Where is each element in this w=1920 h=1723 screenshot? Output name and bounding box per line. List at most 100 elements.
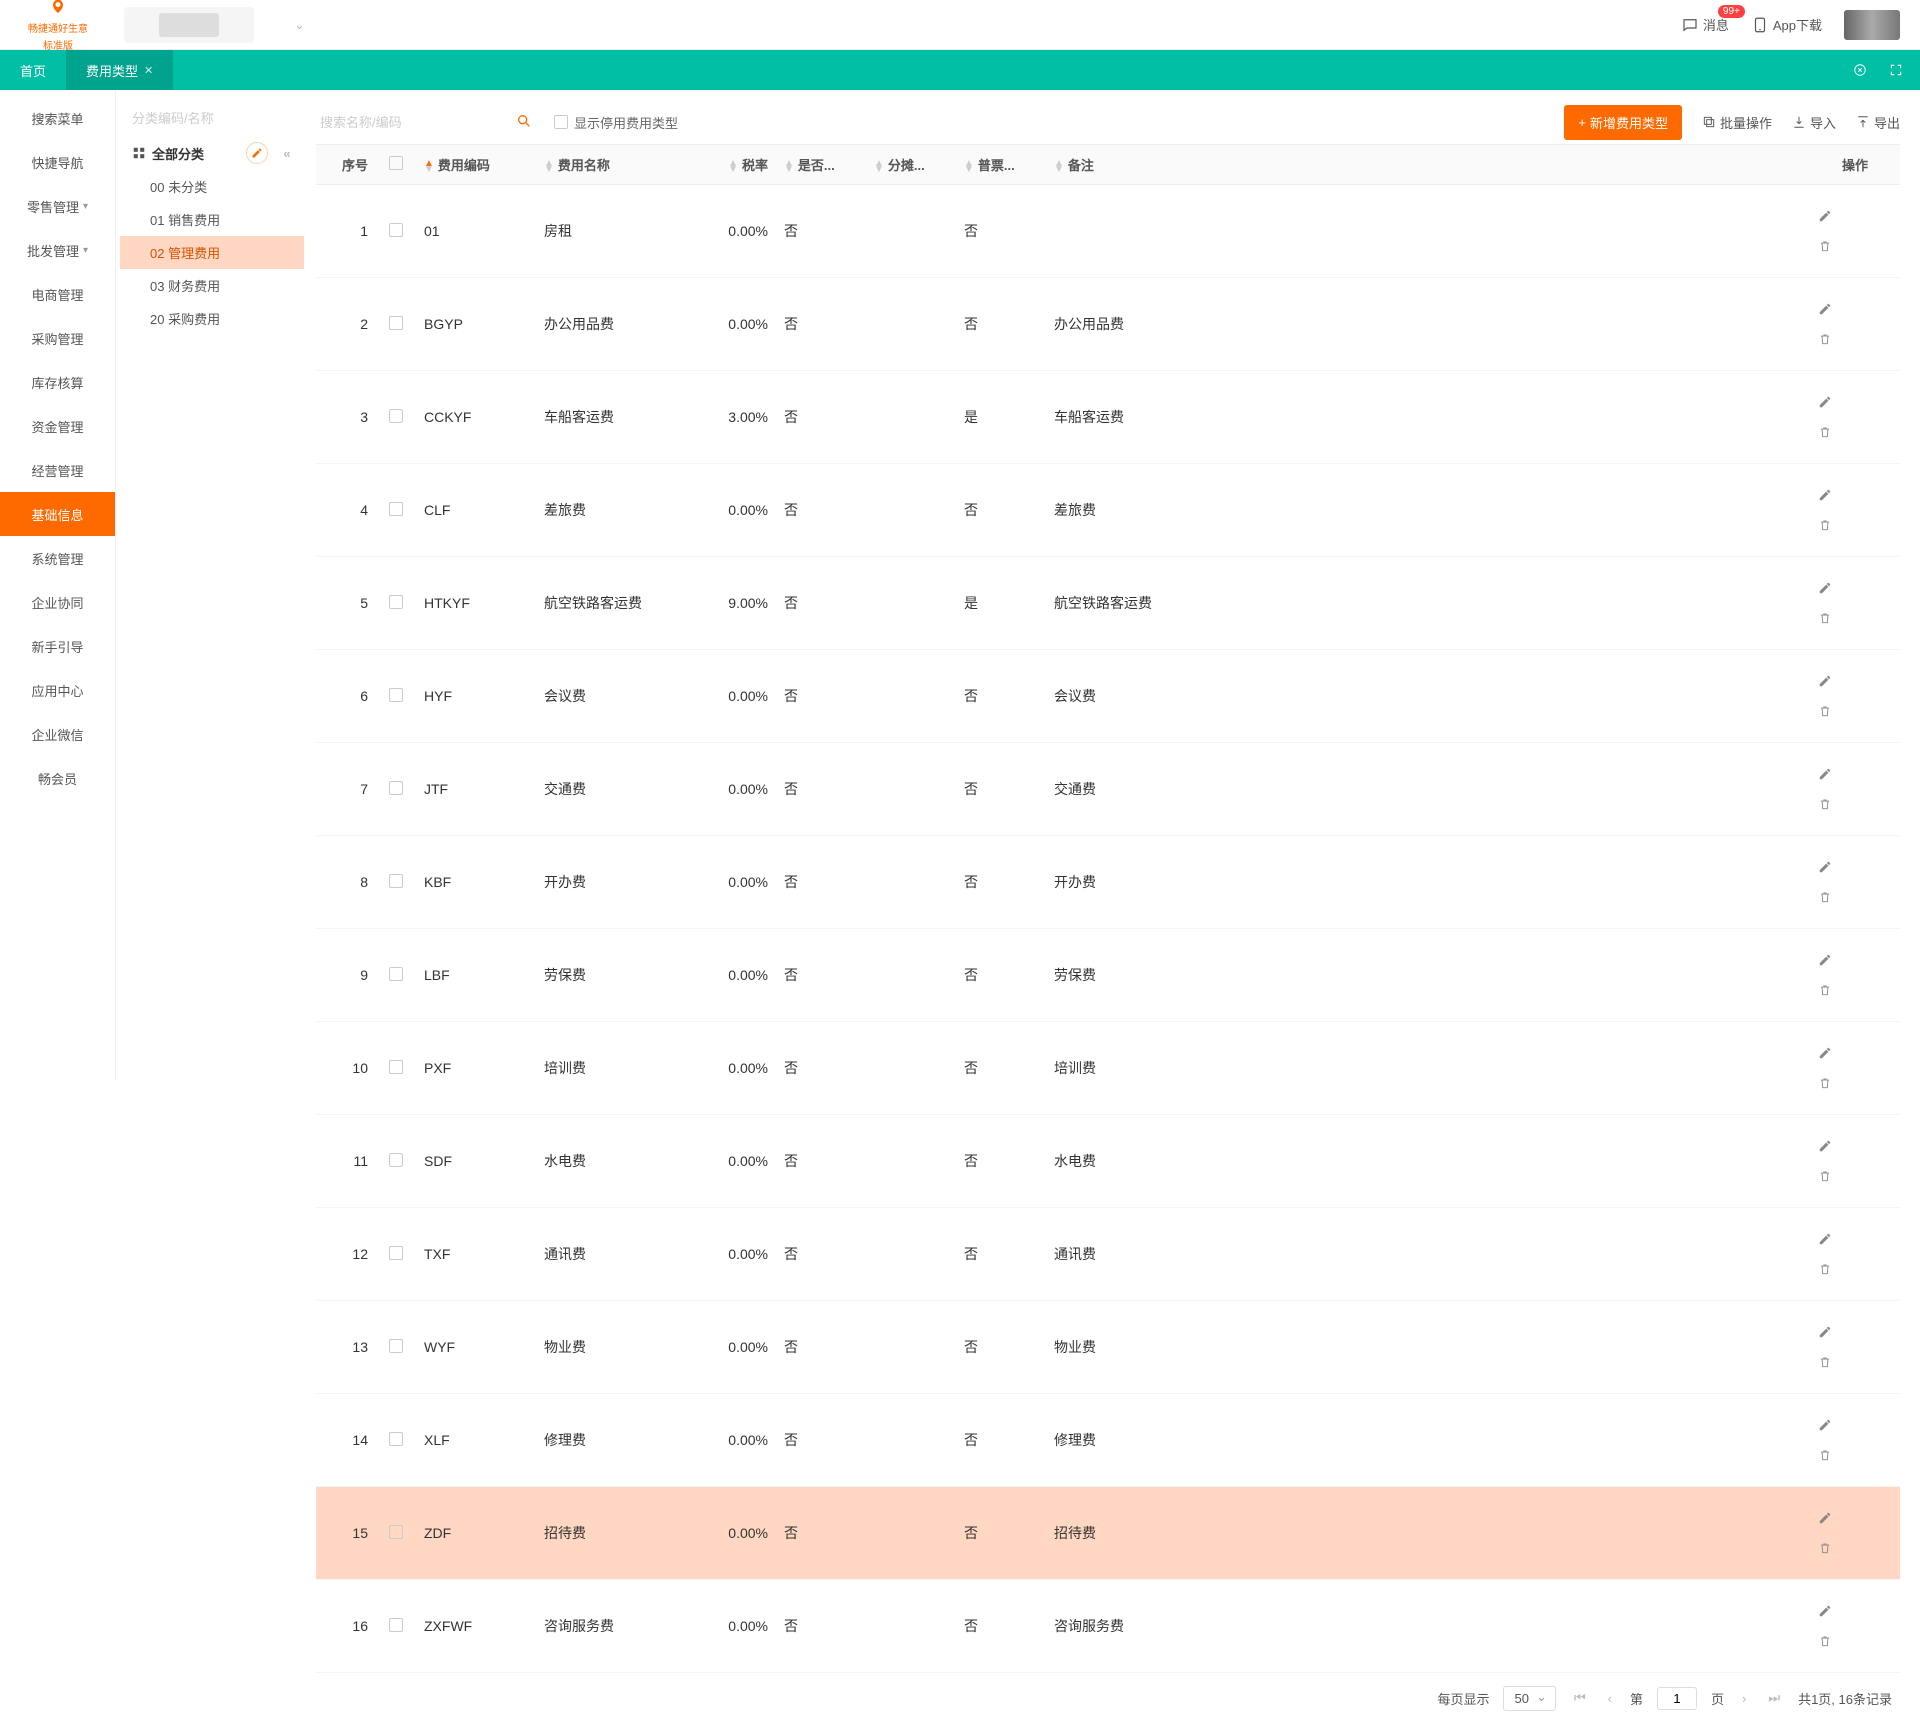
table-row[interactable]: 101房租0.00%否否 [316,185,1900,278]
edit-row-button[interactable] [1818,1139,1892,1153]
table-row[interactable]: 5HTKYF航空铁路客运费9.00%否是航空铁路客运费 [316,557,1900,650]
delete-row-button[interactable] [1818,983,1892,997]
cell-checkbox[interactable] [376,1115,416,1208]
edit-row-button[interactable] [1818,1325,1892,1339]
cell-checkbox[interactable] [376,836,416,929]
show-disabled-checkbox[interactable]: 显示停用费用类型 [554,113,678,132]
nav-item-12[interactable]: 新手引导 [0,624,115,668]
table-row[interactable]: 7JTF交通费0.00%否否交通费 [316,743,1900,836]
nav-item-4[interactable]: 电商管理 [0,272,115,316]
category-all-label[interactable]: 全部分类 [152,144,204,163]
search-icon[interactable] [516,113,532,129]
delete-row-button[interactable] [1818,1541,1892,1555]
nav-item-1[interactable]: 快捷导航 [0,140,115,184]
edit-row-button[interactable] [1818,674,1892,688]
edit-row-button[interactable] [1818,1511,1892,1525]
page-input[interactable] [1657,1687,1697,1710]
col-isx[interactable]: ▲▼是否... [776,145,866,185]
category-item-4[interactable]: 20 采购费用 [120,302,304,335]
page-next-button[interactable]: › [1738,1691,1750,1706]
import-button[interactable]: 导入 [1792,113,1836,132]
messages-button[interactable]: 消息 99+ [1681,15,1729,34]
nav-item-10[interactable]: 系统管理 [0,536,115,580]
cell-checkbox[interactable] [376,1208,416,1301]
delete-row-button[interactable] [1818,1634,1892,1648]
col-checkbox[interactable] [376,145,416,185]
delete-row-button[interactable] [1818,890,1892,904]
category-item-3[interactable]: 03 财务费用 [120,269,304,302]
add-fee-type-button[interactable]: + 新增费用类型 [1564,105,1682,140]
user-avatar[interactable] [1844,10,1900,40]
edit-row-button[interactable] [1818,1604,1892,1618]
delete-row-button[interactable] [1818,1076,1892,1090]
delete-row-button[interactable] [1818,1448,1892,1462]
delete-row-button[interactable] [1818,239,1892,253]
cell-checkbox[interactable] [376,371,416,464]
logo[interactable]: 畅捷通好生意 标准版 [0,0,116,52]
category-item-0[interactable]: 00 未分类 [120,170,304,203]
delete-row-button[interactable] [1818,611,1892,625]
col-remark[interactable]: ▲▼备注 [1046,145,1810,185]
table-row[interactable]: 12TXF通讯费0.00%否否通讯费 [316,1208,1900,1301]
table-row[interactable]: 16ZXFWF咨询服务费0.00%否否咨询服务费 [316,1580,1900,1673]
page-prev-button[interactable]: ‹ [1604,1691,1616,1706]
delete-row-button[interactable] [1818,1262,1892,1276]
delete-row-button[interactable] [1818,704,1892,718]
table-row[interactable]: 8KBF开办费0.00%否否开办费 [316,836,1900,929]
col-rate[interactable]: ▲▼税率 [696,145,776,185]
tab-close-all-button[interactable] [1846,56,1874,84]
edit-row-button[interactable] [1818,767,1892,781]
cell-checkbox[interactable] [376,929,416,1022]
company-chevron-icon[interactable]: ⌄ [294,17,305,33]
per-page-select[interactable]: 50 [1503,1686,1555,1711]
edit-row-button[interactable] [1818,1046,1892,1060]
nav-item-5[interactable]: 采购管理 [0,316,115,360]
table-row[interactable]: 6HYF会议费0.00%否否会议费 [316,650,1900,743]
edit-row-button[interactable] [1818,860,1892,874]
fullscreen-button[interactable] [1882,56,1910,84]
export-button[interactable]: 导出 [1856,113,1900,132]
tab-home[interactable]: 首页 [0,50,66,90]
cell-checkbox[interactable] [376,278,416,371]
col-seq[interactable]: 序号 [316,145,376,185]
nav-item-15[interactable]: 畅会员 [0,756,115,800]
nav-item-9[interactable]: 基础信息 [0,492,115,536]
nav-item-11[interactable]: 企业协同 [0,580,115,624]
nav-item-3[interactable]: 批发管理▾ [0,228,115,272]
delete-row-button[interactable] [1818,332,1892,346]
nav-item-2[interactable]: 零售管理▾ [0,184,115,228]
nav-item-7[interactable]: 资金管理 [0,404,115,448]
edit-row-button[interactable] [1818,488,1892,502]
page-last-button[interactable]: ⏭ [1764,1690,1784,1706]
delete-row-button[interactable] [1818,425,1892,439]
cell-checkbox[interactable] [376,1394,416,1487]
table-row[interactable]: 15ZDF招待费0.00%否否招待费 [316,1487,1900,1580]
close-icon[interactable]: ✕ [144,64,153,77]
company-selector[interactable] [124,7,254,43]
edit-row-button[interactable] [1818,302,1892,316]
col-code[interactable]: ▲▼费用编码 [416,145,536,185]
nav-item-0[interactable]: 搜索菜单 [0,96,115,140]
search-input[interactable] [316,109,536,136]
cell-checkbox[interactable] [376,650,416,743]
edit-row-button[interactable] [1818,1418,1892,1432]
edit-row-button[interactable] [1818,209,1892,223]
page-first-button[interactable]: ⏮ [1570,1690,1590,1706]
cell-checkbox[interactable] [376,1022,416,1115]
table-row[interactable]: 14XLF修理费0.00%否否修理费 [316,1394,1900,1487]
cell-checkbox[interactable] [376,1580,416,1673]
edit-row-button[interactable] [1818,1232,1892,1246]
col-name[interactable]: ▲▼费用名称 [536,145,696,185]
edit-category-button[interactable] [246,142,268,164]
cell-checkbox[interactable] [376,743,416,836]
category-item-1[interactable]: 01 销售费用 [120,203,304,236]
category-search-input[interactable] [132,111,308,126]
table-row[interactable]: 3CCKYF车船客运费3.00%否是车船客运费 [316,371,1900,464]
app-download-button[interactable]: App下载 [1751,15,1822,34]
col-alloc[interactable]: ▲▼分摊... [866,145,956,185]
cell-checkbox[interactable] [376,1301,416,1394]
table-row[interactable]: 4CLF差旅费0.00%否否差旅费 [316,464,1900,557]
nav-item-13[interactable]: 应用中心 [0,668,115,712]
cell-checkbox[interactable] [376,185,416,278]
category-item-2[interactable]: 02 管理费用 [120,236,304,269]
